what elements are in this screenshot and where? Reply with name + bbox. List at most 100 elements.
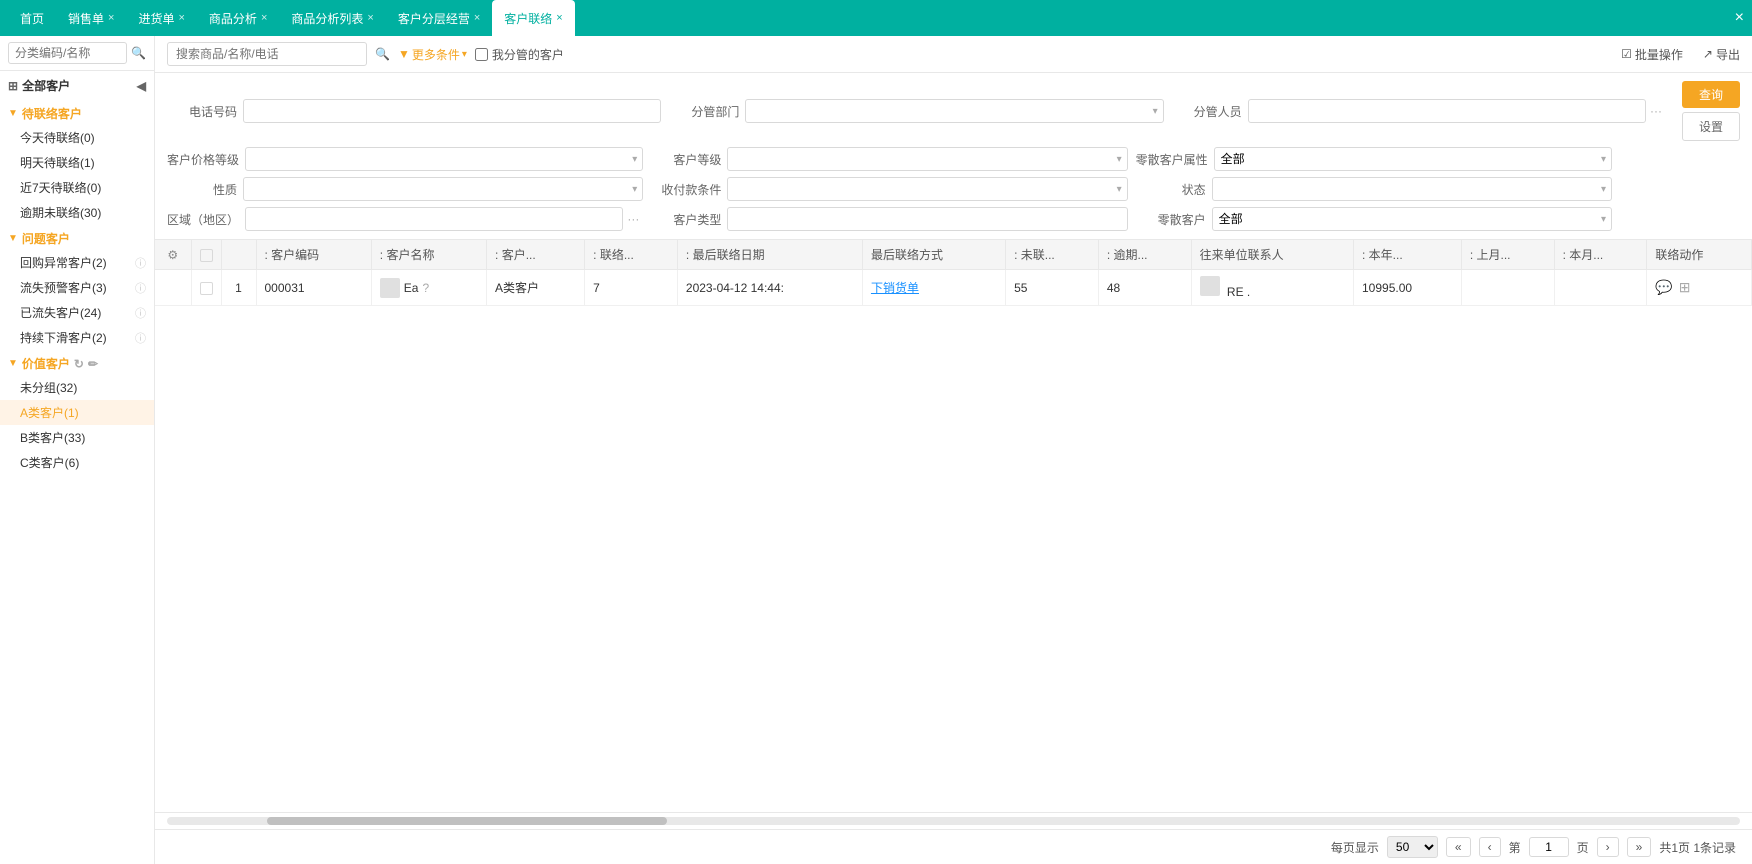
sidebar-item-churned[interactable]: 已流失客户(24) ⓘ xyxy=(0,300,154,325)
chat-icon[interactable]: 💬 xyxy=(1655,279,1672,296)
group-problem-customers[interactable]: ▼ 问题客户 xyxy=(0,225,154,250)
page-number-input[interactable] xyxy=(1529,837,1569,857)
my-customers-checkbox-label[interactable]: 我分管的客户 xyxy=(475,46,564,63)
sidebar-item-churn-warning[interactable]: 流失预警客户(3) ⓘ xyxy=(0,275,154,300)
nav-product-analysis[interactable]: 商品分析 × xyxy=(197,0,279,36)
select-all-checkbox[interactable] xyxy=(200,249,213,262)
price-level-select[interactable] xyxy=(245,147,643,171)
customer-avatar xyxy=(380,278,400,298)
checkmark-icon: ☑ xyxy=(1621,47,1632,61)
all-customers-header[interactable]: ⊞ 全部客户 ◀ xyxy=(0,71,154,100)
close-all-tabs[interactable]: × xyxy=(1735,9,1744,27)
col-code-header[interactable]: : 客户编码 xyxy=(256,240,371,270)
sidebar-item-repurchase-abnormal[interactable]: 回购异常客户(2) ⓘ xyxy=(0,250,154,275)
retail-attr-select[interactable]: 全部 xyxy=(1214,147,1612,171)
close-product-analysis-tab[interactable]: × xyxy=(261,12,267,24)
nav-product-analysis-list[interactable]: 商品分析列表 × xyxy=(279,0,385,36)
sidebar-item-today[interactable]: 今天待联络(0) xyxy=(0,125,154,150)
sidebar-item-tomorrow[interactable]: 明天待联络(1) xyxy=(0,150,154,175)
row-select-checkbox[interactable] xyxy=(200,282,213,295)
manager-dots-icon[interactable]: ··· xyxy=(1646,104,1666,118)
sidebar-item-a-class[interactable]: A类客户(1) xyxy=(0,400,154,425)
refresh-icon[interactable]: ↻ xyxy=(74,357,84,371)
col-this-month-header[interactable]: : 本月... xyxy=(1554,240,1647,270)
filter-bar: 🔍 ▼ 更多条件 ▾ 我分管的客户 ☑ 批量操作 ↗ 导出 xyxy=(155,36,1752,73)
retail-customer-field: 零散客户 全部 ▾ xyxy=(1136,207,1612,231)
close-product-analysis-list-tab[interactable]: × xyxy=(367,12,373,24)
status-select[interactable] xyxy=(1212,177,1612,201)
dept-select[interactable] xyxy=(745,99,1163,123)
customer-type-input[interactable] xyxy=(727,207,1127,231)
payment-select[interactable] xyxy=(727,177,1127,201)
group-value-customers[interactable]: ▼ 价值客户 ↻ ✏ xyxy=(0,350,154,375)
col-contact-header[interactable]: : 联络... xyxy=(585,240,678,270)
per-page-select[interactable]: 50 100 200 xyxy=(1387,836,1438,858)
nav-customer-stratify[interactable]: 客户分层经营 × xyxy=(386,0,492,36)
prev-page-btn[interactable]: ‹ xyxy=(1479,837,1501,857)
group-pending-contact[interactable]: ▼ 待联络客户 xyxy=(0,100,154,125)
col-no-contact-header[interactable]: : 未联... xyxy=(1006,240,1099,270)
sidebar-search-input[interactable] xyxy=(8,42,127,64)
col-last-month-header[interactable]: : 上月... xyxy=(1461,240,1554,270)
row-this-month xyxy=(1554,270,1647,306)
nav-sales[interactable]: 销售单 × xyxy=(56,0,126,36)
nav-home[interactable]: 首页 xyxy=(8,0,56,36)
col-name-header[interactable]: : 客户名称 xyxy=(371,240,486,270)
retail-customer-select[interactable]: 全部 xyxy=(1212,207,1612,231)
query-button[interactable]: 查询 xyxy=(1682,81,1740,108)
col-overdue-header[interactable]: : 逾期... xyxy=(1098,240,1191,270)
col-last-contact-date-header[interactable]: : 最后联络日期 xyxy=(677,240,862,270)
sidebar-item-overdue[interactable]: 逾期未联络(30) xyxy=(0,200,154,225)
close-purchase-tab[interactable]: × xyxy=(178,12,184,24)
sidebar-item-c-class[interactable]: C类客户(6) xyxy=(0,450,154,475)
grid-icon: ⊞ xyxy=(8,79,18,93)
nav-purchase[interactable]: 进货单 × xyxy=(126,0,196,36)
filter-search-icon[interactable]: 🔍 xyxy=(375,47,390,61)
batch-op-btn[interactable]: ☑ 批量操作 xyxy=(1621,46,1683,63)
close-customer-stratify-tab[interactable]: × xyxy=(474,12,480,24)
search-input[interactable] xyxy=(167,42,367,66)
close-customer-contact-tab[interactable]: × xyxy=(556,12,562,24)
edit-icon[interactable]: ✏ xyxy=(88,357,98,371)
last-page-btn[interactable]: » xyxy=(1627,837,1652,857)
row-last-contact-method[interactable]: 下销货单 xyxy=(862,270,1005,306)
customer-level-select[interactable] xyxy=(727,147,1127,171)
row-checkbox[interactable] xyxy=(191,270,221,306)
qr-icon[interactable]: ⊞ xyxy=(1679,279,1691,296)
close-sales-tab[interactable]: × xyxy=(108,12,114,24)
horizontal-scrollbar[interactable] xyxy=(167,817,1740,825)
sidebar-item-unclassified[interactable]: 未分组(32) xyxy=(0,375,154,400)
next-page-btn[interactable]: › xyxy=(1597,837,1619,857)
sidebar-search-icon[interactable]: 🔍 xyxy=(131,46,146,60)
col-last-contact-method-header[interactable]: 最后联络方式 xyxy=(862,240,1005,270)
export-btn[interactable]: ↗ 导出 xyxy=(1703,46,1740,63)
horizontal-scrollbar-thumb[interactable] xyxy=(267,817,667,825)
row-seq: 1 xyxy=(221,270,256,306)
col-gear-header[interactable]: ⚙ xyxy=(155,240,191,270)
my-customers-checkbox[interactable] xyxy=(475,48,488,61)
more-conditions-btn[interactable]: ▼ 更多条件 ▾ xyxy=(398,46,467,63)
region-input[interactable] xyxy=(245,207,623,231)
sidebar-item-7days[interactable]: 近7天待联络(0) xyxy=(0,175,154,200)
sidebar-item-b-class[interactable]: B类客户(33) xyxy=(0,425,154,450)
collapse-sidebar-icon[interactable]: ◀ xyxy=(137,79,146,93)
nature-select[interactable] xyxy=(243,177,643,201)
page-label: 第 xyxy=(1509,839,1521,856)
nav-customer-contact[interactable]: 客户联络 × xyxy=(492,0,574,36)
row-this-year: 10995.00 xyxy=(1354,270,1462,306)
row-contact: 7 xyxy=(585,270,678,306)
setting-button[interactable]: 设置 xyxy=(1682,112,1740,141)
sidebar-item-declining[interactable]: 持续下滑客户(2) ⓘ xyxy=(0,325,154,350)
first-page-btn[interactable]: « xyxy=(1446,837,1471,857)
region-dots-icon[interactable]: ··· xyxy=(623,212,643,226)
manager-input[interactable] xyxy=(1248,99,1646,123)
chevron-down-icon: ▾ xyxy=(462,49,467,60)
row-name: Ea ? xyxy=(371,270,486,306)
region-field: 区域（地区） ··· xyxy=(167,207,643,231)
col-check-header[interactable] xyxy=(191,240,221,270)
col-unit-contact-header[interactable]: 往来单位联系人 xyxy=(1191,240,1353,270)
col-level-header[interactable]: : 客户... xyxy=(487,240,585,270)
col-this-year-header[interactable]: : 本年... xyxy=(1354,240,1462,270)
phone-input[interactable] xyxy=(243,99,661,123)
sidebar: 🔍 ⊞ 全部客户 ◀ ▼ 待联络客户 今天待联络(0) 明天待联络(1) 近7天… xyxy=(0,36,155,864)
